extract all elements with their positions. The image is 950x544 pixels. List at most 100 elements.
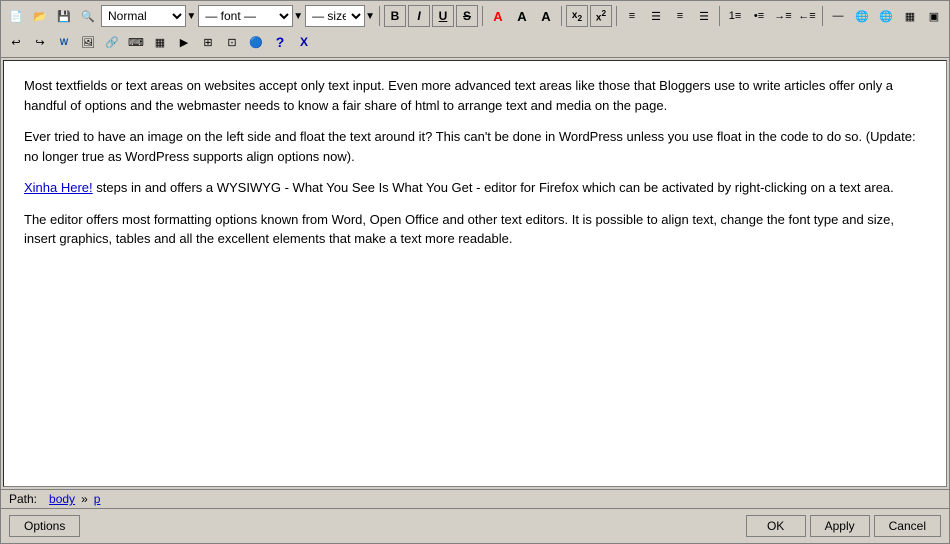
insert-image-button[interactable]: 🖼	[77, 31, 99, 53]
unordered-list-icon: •≡	[754, 10, 764, 22]
open-btn[interactable]: 📂	[29, 5, 51, 27]
zoom-btn[interactable]: 🔍	[77, 5, 99, 27]
options-button[interactable]: Options	[9, 515, 80, 537]
cancel-button[interactable]: Cancel	[874, 515, 941, 537]
font-color-button[interactable]: A	[487, 5, 509, 27]
bold-button[interactable]: B	[384, 5, 406, 27]
underline-label: U	[439, 9, 448, 23]
save-btn[interactable]: 💾	[53, 5, 75, 27]
style-select[interactable]: Normal	[101, 5, 186, 27]
separator-4	[616, 6, 617, 26]
strikethrough-button[interactable]: S	[456, 5, 478, 27]
redo-icon: ↪	[35, 36, 44, 49]
bg-color-button[interactable]: A	[511, 5, 533, 27]
indent-button[interactable]: →≡	[772, 5, 794, 27]
separator-6	[822, 6, 823, 26]
separator-5	[719, 6, 720, 26]
underline-button[interactable]: U	[432, 5, 454, 27]
insert-media-icon: ▶	[180, 36, 188, 49]
outdent-button[interactable]: ←≡	[796, 5, 818, 27]
redo-button[interactable]: ↪	[29, 31, 51, 53]
paragraph-1: Most textfields or text areas on website…	[24, 76, 926, 115]
status-bar: Path: body » p	[1, 489, 949, 508]
apply-button[interactable]: Apply	[810, 515, 870, 537]
hr-button[interactable]: —	[827, 5, 849, 27]
path-separator: »	[81, 492, 88, 506]
align-justify-icon: ☰	[699, 10, 709, 23]
content-area[interactable]: Most textfields or text areas on website…	[3, 60, 947, 487]
subscript-icon: x2	[572, 10, 582, 23]
ordered-list-button[interactable]: 1≡	[724, 5, 746, 27]
editor-container: 📄 📂 💾 🔍 Normal ▼ — font — ▼	[0, 0, 950, 544]
new-icon: 📄	[9, 10, 23, 23]
toggle-view-button[interactable]: ⊡	[221, 31, 243, 53]
special-icon2: 🌐	[879, 10, 893, 23]
superscript-icon: x2	[596, 8, 606, 23]
undo-icon: ↩	[11, 36, 20, 49]
special-char3[interactable]: ▦	[899, 5, 921, 27]
italic-button[interactable]: I	[408, 5, 430, 27]
insert-html-icon: ⌨	[128, 36, 144, 49]
open-icon: 📂	[33, 10, 47, 23]
size-dropdown-arrow: ▼	[365, 11, 375, 22]
special-char1[interactable]: 🌐	[851, 5, 873, 27]
text-color-icon2: A	[541, 9, 550, 24]
hr-icon: —	[833, 10, 844, 22]
clean-icon: 🔵	[249, 36, 263, 49]
separator-3	[561, 6, 562, 26]
subscript-button[interactable]: x2	[566, 5, 588, 27]
insert-html-button[interactable]: ⌨	[125, 31, 147, 53]
xinha-button[interactable]: X	[293, 31, 315, 53]
outdent-icon: ←≡	[798, 10, 815, 22]
align-left-button[interactable]: ≡	[621, 5, 643, 27]
superscript-button[interactable]: x2	[590, 5, 612, 27]
ok-button[interactable]: OK	[746, 515, 806, 537]
path-body-link[interactable]: body	[49, 492, 75, 506]
paste-word-button[interactable]: W	[53, 31, 75, 53]
cancel-label: Cancel	[889, 519, 926, 533]
special-icon1: 🌐	[855, 10, 869, 23]
clean-button[interactable]: 🔵	[245, 31, 267, 53]
toolbar-row-1: 📄 📂 💾 🔍 Normal ▼ — font — ▼	[3, 3, 947, 29]
options-label: Options	[24, 519, 65, 533]
insert-form-icon: ⊞	[203, 36, 212, 49]
align-right-icon: ≡	[677, 10, 683, 22]
size-select[interactable]: — size —	[305, 5, 365, 27]
paragraph-2: Ever tried to have an image on the left …	[24, 127, 926, 166]
toggle-view-icon: ⊡	[227, 36, 236, 49]
insert-link-icon: 🔗	[105, 36, 119, 49]
italic-label: I	[417, 9, 420, 23]
save-icon: 💾	[57, 10, 71, 23]
toolbar-area: 📄 📂 💾 🔍 Normal ▼ — font — ▼	[1, 1, 949, 58]
align-right-button[interactable]: ≡	[669, 5, 691, 27]
bold-label: B	[391, 9, 400, 23]
insert-image-icon: 🖼	[81, 36, 95, 49]
special-char2[interactable]: 🌐	[875, 5, 897, 27]
special-icon4: ▣	[929, 10, 939, 23]
help-button[interactable]: ?	[269, 31, 291, 53]
path-p-link[interactable]: p	[94, 492, 101, 506]
ordered-list-icon: 1≡	[729, 10, 742, 22]
path-label: Path:	[9, 492, 37, 506]
text-color-button2[interactable]: A	[535, 5, 557, 27]
new-btn[interactable]: 📄	[5, 5, 27, 27]
font-select[interactable]: — font —	[198, 5, 293, 27]
insert-media-button[interactable]: ▶	[173, 31, 195, 53]
insert-table-button[interactable]: ▦	[149, 31, 171, 53]
help-icon: ?	[276, 34, 285, 50]
undo-button[interactable]: ↩	[5, 31, 27, 53]
align-center-button[interactable]: ☰	[645, 5, 667, 27]
paragraph-3-suffix: steps in and offers a WYSIWYG - What You…	[96, 180, 893, 195]
insert-link-button[interactable]: 🔗	[101, 31, 123, 53]
style-dropdown-arrow: ▼	[186, 11, 196, 22]
unordered-list-button[interactable]: •≡	[748, 5, 770, 27]
xinha-icon: X	[300, 35, 308, 49]
special-char4[interactable]: ▣	[923, 5, 945, 27]
toolbar-row-2: ↩ ↪ W 🖼 🔗 ⌨ ▦ ▶ ⊞	[3, 29, 947, 55]
align-justify-button[interactable]: ☰	[693, 5, 715, 27]
xinha-link[interactable]: Xinha Here!	[24, 180, 93, 195]
bottom-bar: Options OK Apply Cancel	[1, 508, 949, 543]
status-path: Path: body » p	[9, 492, 100, 506]
insert-form-button[interactable]: ⊞	[197, 31, 219, 53]
paragraph-3: Xinha Here! steps in and offers a WYSIWY…	[24, 178, 926, 198]
